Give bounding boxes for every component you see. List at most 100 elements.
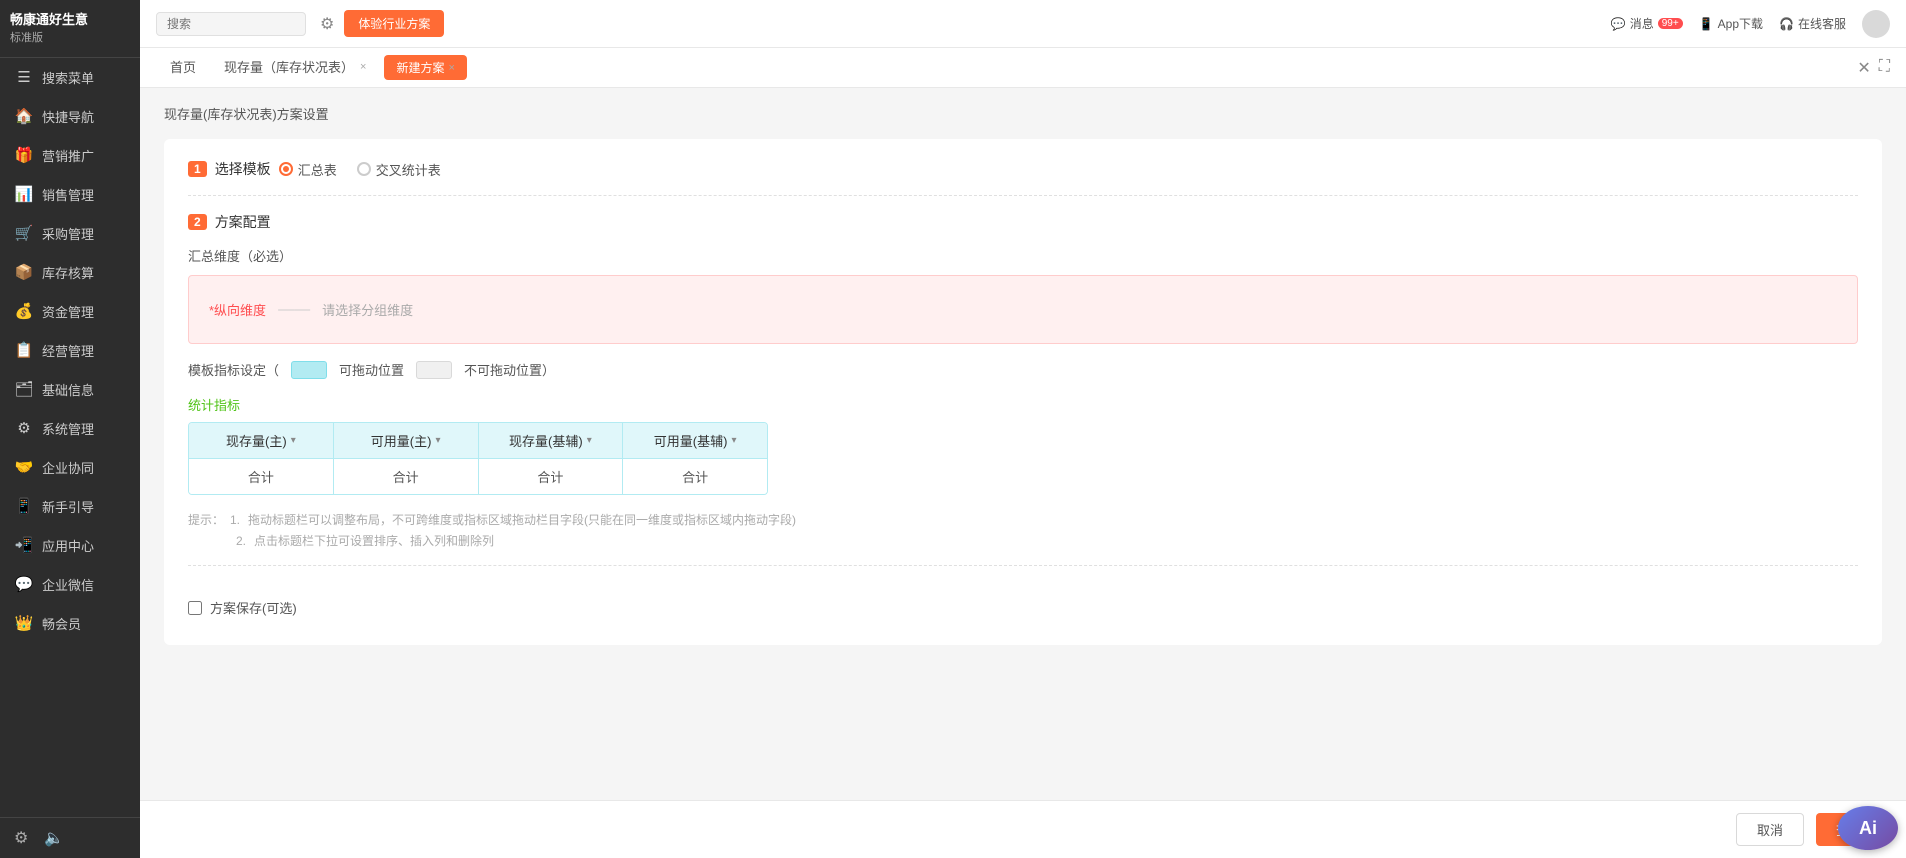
sidebar-item-search[interactable]: ☰ 搜索菜单 [0, 58, 140, 97]
tab-expand-icon[interactable]: ⛶ [1879, 58, 1890, 78]
stat-table-body: 合计 合计 合计 合计 [189, 458, 767, 494]
step1-header: 1 选择模板 汇总表 交叉统计表 [188, 159, 1858, 179]
hint-num-1: 2. [188, 532, 246, 549]
sidebar-item-wechat[interactable]: 💬 企业微信 [0, 565, 140, 604]
template-indicator-row: 模板指标设定（ 可拖动位置 不可拖动位置） [188, 360, 1858, 379]
step-divider-2 [188, 565, 1858, 566]
col-header-3-label: 可用量(基辅) [654, 431, 728, 450]
topbar-gear-icon[interactable]: ⚙ [320, 14, 334, 34]
stat-cell-3: 合计 [623, 459, 767, 494]
step2-badge: 2 [188, 214, 207, 230]
tabbar-actions: ✕ ⛶ [1857, 58, 1890, 78]
hint-num-0: 提示： 1. [188, 511, 240, 528]
sidebar-item-app-center[interactable]: 📲 应用中心 [0, 526, 140, 565]
sidebar-item-quick-nav[interactable]: 🏠 快捷导航 [0, 97, 140, 136]
tab-inventory-status[interactable]: 现存量（库存状况表） × [210, 48, 380, 88]
message-badge: 99+ [1658, 18, 1683, 29]
sidebar-item-finance-label: 资金管理 [42, 302, 94, 321]
dimension-row: *纵向维度 —— 请选择分组维度 [209, 300, 1837, 319]
sidebar-item-system[interactable]: ⚙ 系统管理 [0, 409, 140, 448]
avatar[interactable] [1862, 10, 1890, 38]
ai-float-label: Ai [1859, 818, 1877, 839]
content-area: 现存量(库存状况表)方案设置 1 选择模板 汇总表 交叉统计表 [140, 88, 1906, 800]
sidebar-item-marketing[interactable]: 🎁 营销推广 [0, 136, 140, 175]
col-header-0[interactable]: 现存量(主) ▾ [189, 423, 334, 458]
tab-new-plan[interactable]: 新建方案 × [384, 55, 466, 80]
chat-icon: 💬 [14, 575, 34, 593]
tab-new-plan-close-icon[interactable]: × [448, 62, 454, 74]
col-header-3[interactable]: 可用量(基辅) ▾ [623, 423, 767, 458]
sidebar-item-enterprise[interactable]: 🤝 企业协同 [0, 448, 140, 487]
col-header-2-label: 现存量(基辅) [509, 431, 583, 450]
sidebar-item-enterprise-label: 企业协同 [42, 458, 94, 477]
headset-icon: 🎧 [1779, 17, 1794, 31]
stat-table: 现存量(主) ▾ 可用量(主) ▾ 现存量(基辅) ▾ 可用量(基辅) ▾ [188, 422, 768, 495]
online-service-label: 在线客服 [1798, 15, 1846, 32]
col-header-1[interactable]: 可用量(主) ▾ [334, 423, 479, 458]
col-header-2[interactable]: 现存量(基辅) ▾ [479, 423, 624, 458]
radio-cross[interactable]: 交叉统计表 [357, 160, 441, 179]
chevron-down-icon-2: ▾ [587, 435, 592, 446]
search-icon: ☰ [14, 68, 34, 86]
chevron-down-icon-0: ▾ [291, 435, 296, 446]
sidebar-item-app-center-label: 应用中心 [42, 536, 94, 555]
hint-text-0: 拖动标题栏可以调整布局，不可跨维度或指标区域拖动栏目字段(只能在同一维度或指标区… [248, 511, 796, 528]
template-radio-group: 汇总表 交叉统计表 [279, 160, 441, 179]
experience-btn[interactable]: 体验行业方案 [344, 10, 444, 37]
sidebar-item-operation-label: 经营管理 [42, 341, 94, 360]
sidebar-item-newbie[interactable]: 📱 新手引导 [0, 487, 140, 526]
template-indicator-label-prefix: 模板指标设定（ [188, 360, 279, 379]
gear-icon: ⚙ [14, 419, 34, 437]
radio-summary-label: 汇总表 [298, 160, 337, 179]
col-header-0-label: 现存量(主) [226, 431, 287, 450]
sidebar-item-operation[interactable]: 📋 经营管理 [0, 331, 140, 370]
speaker-icon[interactable]: 🔈 [44, 828, 64, 848]
sidebar-item-quick-nav-label: 快捷导航 [42, 107, 94, 126]
dimension-placeholder[interactable]: 请选择分组维度 [322, 300, 413, 319]
draggable-indicator [291, 361, 327, 379]
sidebar-item-inventory-label: 库存核算 [42, 263, 94, 282]
hint-item-0: 提示： 1. 拖动标题栏可以调整布局，不可跨维度或指标区域拖动栏目字段(只能在同… [188, 511, 1858, 528]
chevron-down-icon-1: ▾ [435, 435, 440, 446]
topbar: ⚙ 体验行业方案 💬 消息 99+ 📱 App下载 🎧 在线客服 [140, 0, 1906, 48]
app-download-btn[interactable]: 📱 App下载 [1699, 15, 1763, 32]
sidebar-item-newbie-label: 新手引导 [42, 497, 94, 516]
sidebar-item-inventory[interactable]: 📦 库存核算 [0, 253, 140, 292]
app-icon: 📲 [14, 536, 34, 554]
sidebar-item-basic-info-label: 基础信息 [42, 380, 94, 399]
stat-cell-1: 合计 [334, 459, 479, 494]
message-btn[interactable]: 💬 消息 99+ [1611, 15, 1683, 32]
ai-float-button[interactable]: Ai [1838, 806, 1898, 850]
save-checkbox[interactable] [188, 601, 202, 615]
tab-inventory-status-label: 现存量（库存状况表） [224, 57, 354, 76]
undraggable-indicator [416, 361, 452, 379]
cancel-button[interactable]: 取消 [1736, 813, 1804, 846]
sidebar-item-sales[interactable]: 📊 销售管理 [0, 175, 140, 214]
sidebar-nav: ☰ 搜索菜单 🏠 快捷导航 🎁 营销推广 📊 销售管理 🛒 采购管理 📦 库存核… [0, 58, 140, 817]
save-label[interactable]: 方案保存(可选) [210, 598, 297, 617]
online-service-btn[interactable]: 🎧 在线客服 [1779, 15, 1846, 32]
message-label: 消息 [1630, 15, 1654, 32]
tab-home[interactable]: 首页 [156, 48, 210, 88]
step1-title: 选择模板 [215, 159, 271, 179]
tab-collapse-icon[interactable]: ✕ [1857, 58, 1870, 78]
stat-cell-2: 合计 [479, 459, 624, 494]
tab-inventory-close-icon[interactable]: × [360, 61, 366, 73]
hint-item-1: 2. 点击标题栏下拉可设置排序、插入列和删除列 [188, 532, 1858, 549]
settings-panel: 1 选择模板 汇总表 交叉统计表 2 方案配置 [164, 139, 1882, 645]
sidebar-item-member-label: 畅会员 [42, 614, 81, 633]
sidebar-item-purchase[interactable]: 🛒 采购管理 [0, 214, 140, 253]
sidebar-item-wechat-label: 企业微信 [42, 575, 94, 594]
sidebar: 畅康通好生意 标准版 ☰ 搜索菜单 🏠 快捷导航 🎁 营销推广 📊 销售管理 🛒… [0, 0, 140, 858]
search-input[interactable] [156, 12, 306, 36]
summary-dimension-label: 汇总维度（必选） [188, 246, 1858, 265]
settings-icon[interactable]: ⚙ [14, 828, 28, 848]
dimension-box: *纵向维度 —— 请选择分组维度 [188, 275, 1858, 344]
stat-table-header: 现存量(主) ▾ 可用量(主) ▾ 现存量(基辅) ▾ 可用量(基辅) ▾ [189, 423, 767, 458]
download-icon: 📱 [1699, 17, 1714, 31]
radio-summary[interactable]: 汇总表 [279, 160, 337, 179]
stat-cell-0: 合计 [189, 459, 334, 494]
sidebar-item-basic-info[interactable]: 🗂 基础信息 [0, 370, 140, 409]
sidebar-item-finance[interactable]: 💰 资金管理 [0, 292, 140, 331]
sidebar-item-member[interactable]: 👑 畅会员 [0, 604, 140, 643]
